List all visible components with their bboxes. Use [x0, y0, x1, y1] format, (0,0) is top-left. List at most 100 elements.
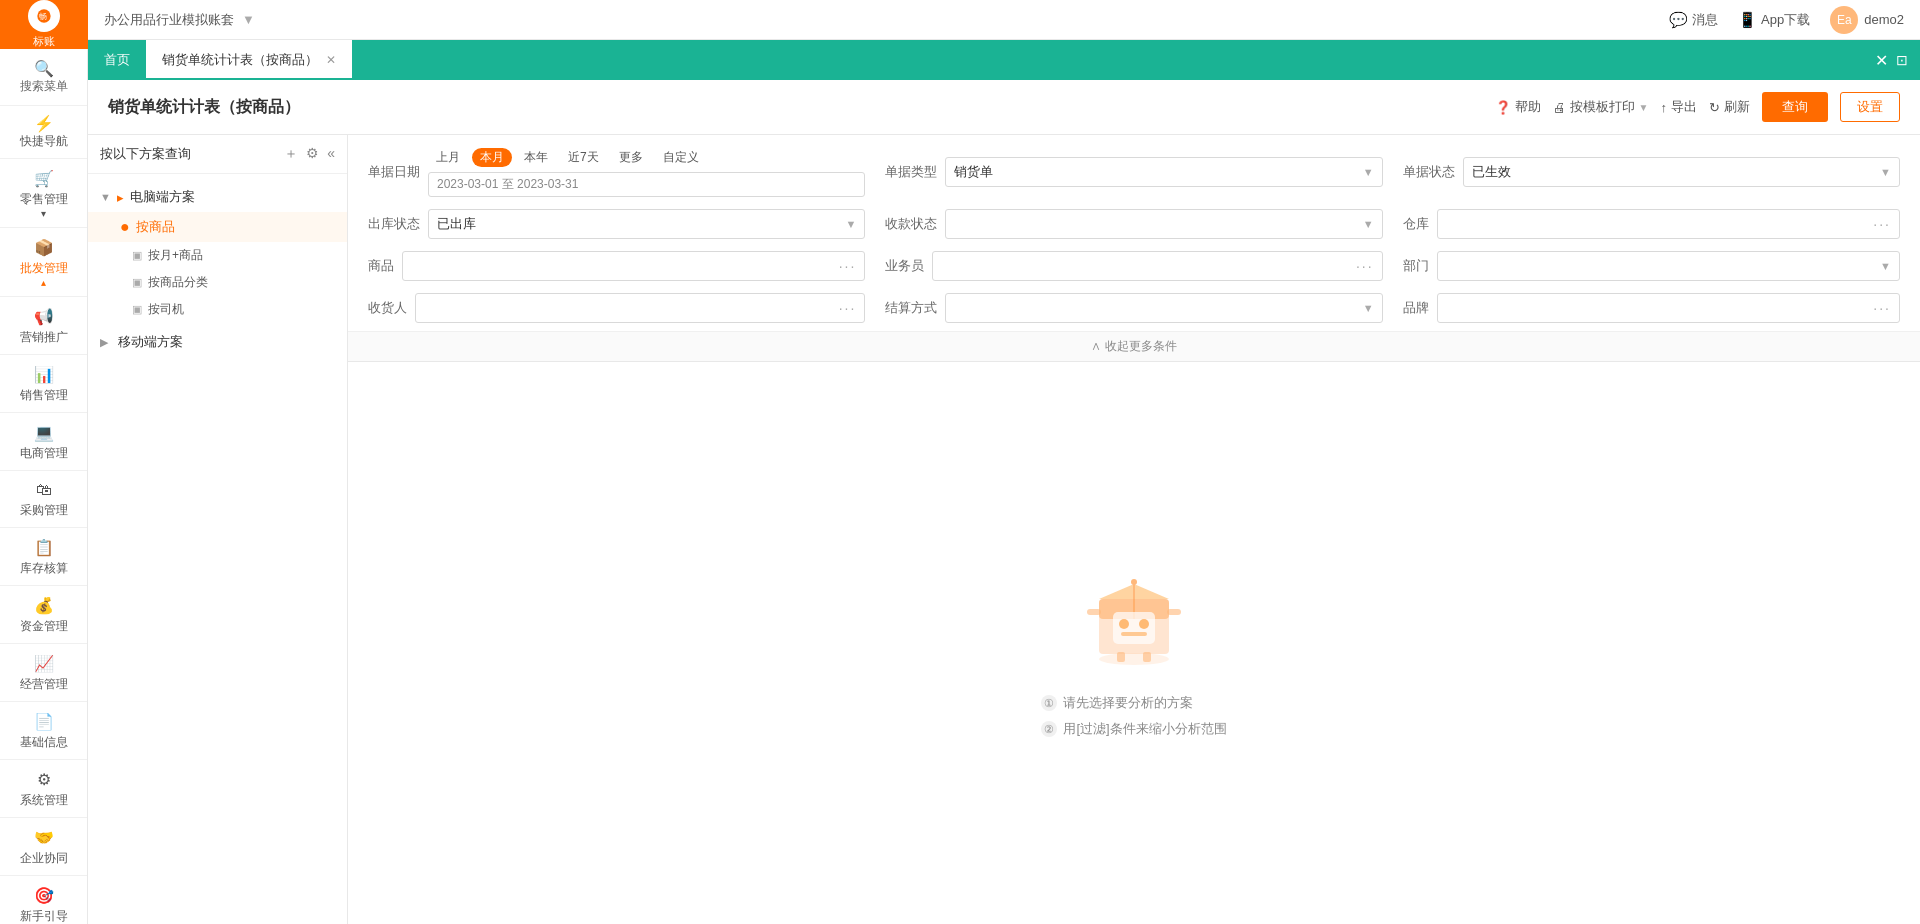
- sidebar-item-system[interactable]: ⚙ 系统管理: [0, 760, 87, 818]
- date-tab-this-month[interactable]: 本月: [472, 148, 512, 167]
- payment-input[interactable]: ▼: [945, 293, 1382, 323]
- svg-rect-13: [1117, 652, 1125, 662]
- salesperson-label: 业务员: [885, 257, 932, 275]
- management-icon: 📈: [34, 654, 54, 673]
- sidebar-item-purchase[interactable]: 🛍 采购管理: [0, 471, 87, 528]
- filter-container: 单据日期 上月 本月 本年 近7天 更多 自定义 20: [348, 135, 1920, 362]
- goods-input[interactable]: ···: [402, 251, 865, 281]
- sidebar-item-guide[interactable]: 🎯 新手引导: [0, 876, 87, 924]
- tab-close-sales-stat[interactable]: ✕: [326, 53, 336, 67]
- left-panel-header: 按以下方案查询 ＋ ⚙ «: [88, 135, 347, 174]
- sidebar-item-management[interactable]: 📈 经营管理: [0, 644, 87, 702]
- filter-outstatus-cell: 出库状态 已出库 ▼: [368, 209, 865, 239]
- empty-tips: ① 请先选择要分析的方案 ② 用[过滤]条件来缩小分析范围: [1041, 690, 1226, 742]
- add-scheme-icon[interactable]: ＋: [284, 145, 298, 163]
- guide-icon: 🎯: [34, 886, 54, 905]
- receiver-input[interactable]: ···: [415, 293, 865, 323]
- svg-point-12: [1099, 653, 1169, 665]
- outstatus-input[interactable]: 已出库 ▼: [428, 209, 865, 239]
- warehouse-dots: ···: [1873, 216, 1891, 232]
- page-title: 销货单统计计表（按商品）: [108, 97, 300, 130]
- sidebar-item-inventory[interactable]: 📋 库存核算: [0, 528, 87, 586]
- query-button[interactable]: 查询: [1762, 92, 1828, 122]
- payment-dropdown-arrow: ▼: [1363, 302, 1374, 314]
- collapse-panel-icon[interactable]: «: [327, 145, 335, 163]
- sales-icon: 📊: [34, 365, 54, 384]
- tree-parent-pc[interactable]: ▼ ▸ 电脑端方案: [88, 182, 347, 212]
- print-icon: 🖨: [1553, 100, 1566, 115]
- tree-grandchild-driver[interactable]: ▣ 按司机: [88, 296, 347, 323]
- warehouse-input[interactable]: ···: [1437, 209, 1900, 239]
- left-panel: 按以下方案查询 ＋ ⚙ « ▼ ▸ 电脑端方案 ●: [88, 135, 348, 924]
- salesperson-input[interactable]: ···: [932, 251, 1382, 281]
- date-tab-custom[interactable]: 自定义: [655, 147, 707, 168]
- print-dropdown-arrow[interactable]: ▼: [1639, 102, 1649, 113]
- dept-dropdown-arrow: ▼: [1880, 260, 1891, 272]
- message-btn[interactable]: 💬 消息: [1669, 11, 1718, 29]
- settings-scheme-icon[interactable]: ⚙: [306, 145, 319, 163]
- date-tab-more[interactable]: 更多: [611, 147, 651, 168]
- tree-parent-mobile[interactable]: ▶ 移动端方案: [88, 327, 347, 357]
- user-menu[interactable]: Ea demo2: [1830, 6, 1904, 34]
- settings-button[interactable]: 设置: [1840, 92, 1900, 122]
- sidebar-item-retail[interactable]: 🛒 零售管理 ▾: [0, 159, 87, 228]
- filter-receiver-cell: 收货人 ···: [368, 293, 865, 323]
- sidebar-item-marketing[interactable]: 📢 营销推广: [0, 297, 87, 355]
- docstatus-input[interactable]: 已生效 ▼: [1463, 157, 1900, 187]
- filter-brand-cell: 品牌 ···: [1403, 293, 1900, 323]
- sidebar-item-wholesale[interactable]: 📦 批发管理 ▴: [0, 228, 87, 297]
- doctype-label: 单据类型: [885, 163, 945, 181]
- refresh-btn[interactable]: ↻ 刷新: [1709, 98, 1750, 116]
- date-tab-last-month[interactable]: 上月: [428, 147, 468, 168]
- user-avatar: Ea: [1830, 6, 1858, 34]
- tip-num-1: ①: [1041, 695, 1057, 711]
- svg-point-8: [1139, 619, 1149, 629]
- docstatus-value: 已生效: [1472, 163, 1880, 181]
- close-window-btn[interactable]: ✕: [1875, 51, 1888, 70]
- filter-docstatus-cell: 单据状态 已生效 ▼: [1403, 147, 1900, 197]
- tree-grandchild-month-goods[interactable]: ▣ 按月+商品: [88, 242, 347, 269]
- dropdown-arrow[interactable]: ▼: [242, 12, 255, 27]
- dept-input[interactable]: ▼: [1437, 251, 1900, 281]
- maximize-window-btn[interactable]: ⊡: [1896, 52, 1908, 68]
- recvstatus-input[interactable]: ▼: [945, 209, 1382, 239]
- app-download-btn[interactable]: 📱 App下载: [1738, 11, 1810, 29]
- svg-point-11: [1131, 579, 1137, 585]
- sidebar-item-ecommerce[interactable]: 💻 电商管理: [0, 413, 87, 471]
- template-print-btn[interactable]: 🖨 按模板打印 ▼: [1553, 98, 1649, 116]
- outstatus-dropdown-arrow: ▼: [845, 218, 856, 230]
- system-icon: ⚙: [37, 770, 51, 789]
- doctype-input[interactable]: 销货单 ▼: [945, 157, 1382, 187]
- page-actions: ❓ 帮助 🖨 按模板打印 ▼ ↑ 导出 ↻ 刷新 查询 设置: [1495, 92, 1900, 134]
- export-icon: ↑: [1661, 100, 1668, 115]
- sidebar-nav[interactable]: ⚡ 快捷导航: [0, 106, 87, 159]
- tree-grandchild-category[interactable]: ▣ 按商品分类: [88, 269, 347, 296]
- tab-sales-stat[interactable]: 销货单统计计表（按商品） ✕: [146, 40, 352, 80]
- filter-goods-cell: 商品 ···: [368, 251, 865, 281]
- filter-warehouse-cell: 仓库 ···: [1403, 209, 1900, 239]
- topbar-left: 办公用品行业模拟账套 ▼: [104, 11, 255, 29]
- sidebar-item-finance[interactable]: 💰 资金管理: [0, 586, 87, 644]
- sidebar-search[interactable]: 🔍 搜索菜单: [0, 49, 87, 106]
- tab-home[interactable]: 首页: [88, 40, 146, 80]
- date-label: 单据日期: [368, 163, 428, 181]
- doctype-dropdown-arrow: ▼: [1363, 166, 1374, 178]
- empty-state: ① 请先选择要分析的方案 ② 用[过滤]条件来缩小分析范围: [348, 362, 1920, 924]
- sidebar-item-sales[interactable]: 📊 销售管理: [0, 355, 87, 413]
- goods-dots: ···: [839, 258, 857, 274]
- tree-child-by-goods[interactable]: ● 按商品: [88, 212, 347, 242]
- brand-input[interactable]: ···: [1437, 293, 1900, 323]
- export-btn[interactable]: ↑ 导出: [1661, 98, 1698, 116]
- date-tab-this-year[interactable]: 本年: [516, 147, 556, 168]
- help-icon: ❓: [1495, 100, 1511, 115]
- filter-salesperson-cell: 业务员 ···: [885, 251, 1382, 281]
- sidebar-item-collab[interactable]: 🤝 企业协同: [0, 818, 87, 876]
- sidebar-item-basic[interactable]: 📄 基础信息: [0, 702, 87, 760]
- active-indicator: ●: [120, 218, 130, 236]
- tip-text-1: 请先选择要分析的方案: [1063, 690, 1193, 716]
- date-tab-7days[interactable]: 近7天: [560, 147, 607, 168]
- help-btn[interactable]: ❓ 帮助: [1495, 98, 1541, 116]
- collapse-bar[interactable]: ∧ 收起更多条件: [348, 331, 1920, 361]
- filter-dept-cell: 部门 ▼: [1403, 251, 1900, 281]
- date-range-display[interactable]: 2023-03-01 至 2023-03-31: [428, 172, 865, 197]
